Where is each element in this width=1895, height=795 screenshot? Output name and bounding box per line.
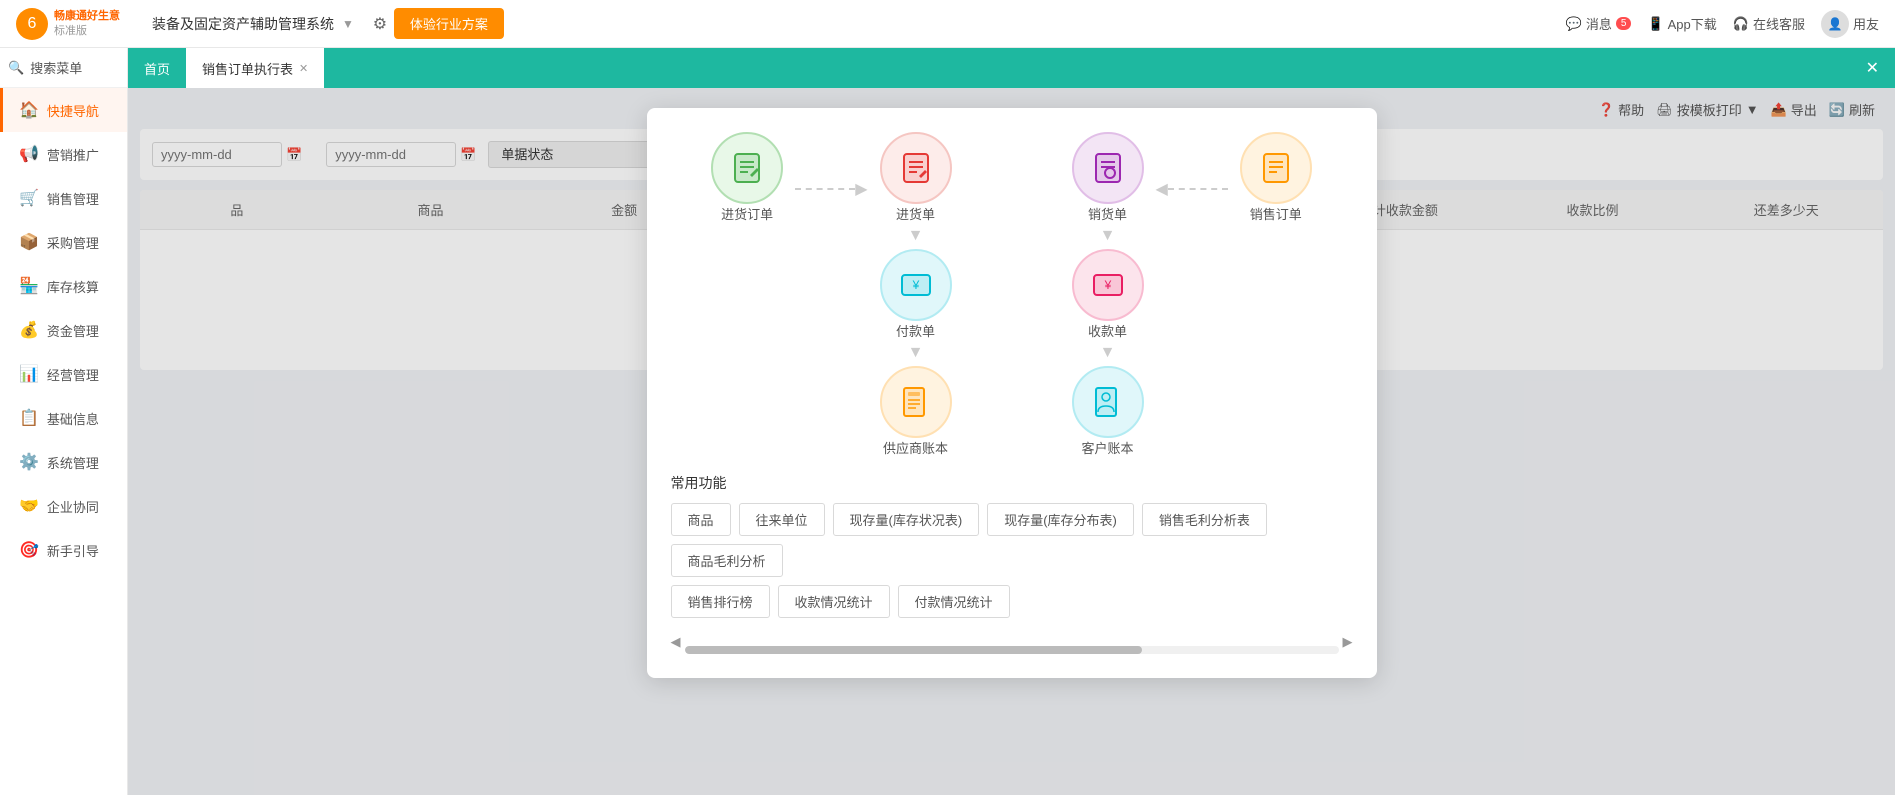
tab-close-icon[interactable]: ✕	[299, 62, 308, 75]
system-title-area: 装备及固定资产辅助管理系统 ▼	[152, 14, 354, 34]
home-icon: 🏠	[19, 100, 39, 120]
gear-icon[interactable]: ⚙	[366, 10, 394, 38]
title-dropdown-icon[interactable]: ▼	[342, 17, 354, 31]
tab-bar: 首页 销售订单执行表 ✕ ✕	[128, 48, 1895, 88]
brand-name: 畅康通好生意 标准版	[54, 9, 120, 38]
sales-icon: 🛒	[19, 188, 39, 208]
func-buttons-row2: 销售排行榜 收款情况统计 付款情况统计	[671, 585, 1353, 618]
func-btn-sales-rank[interactable]: 销售排行榜	[671, 585, 770, 618]
payment-bill-node: ¥ 付款单	[880, 249, 952, 340]
finance-icon: 💰	[19, 320, 39, 340]
func-btn-goods[interactable]: 商品	[671, 503, 731, 536]
modal-overlay: 进货订单 ▶	[128, 88, 1895, 795]
payment-bill-label: 付款单	[896, 321, 935, 340]
experience-btn[interactable]: 体验行业方案	[394, 8, 504, 39]
purchase-order-node: 进货订单	[711, 132, 783, 223]
message-badge: 5	[1616, 17, 1632, 30]
modal-scrollbar-thumb	[685, 646, 1143, 654]
operations-icon: 📊	[19, 364, 39, 384]
purchase-order-icon	[711, 132, 783, 204]
svg-text:¥: ¥	[1103, 278, 1111, 292]
system-title-text: 装备及固定资产辅助管理系统	[152, 14, 334, 34]
sidebar-item-inventory[interactable]: 🏪 库存核算	[0, 264, 127, 308]
sales-bill-label: 销货单	[1088, 204, 1127, 223]
search-icon: 🔍	[8, 60, 24, 76]
receipt-bill-icon: ¥	[1072, 249, 1144, 321]
purchase-icon: 📦	[19, 232, 39, 252]
tab-sales-exec[interactable]: 销售订单执行表 ✕	[186, 48, 324, 88]
sidebar-item-basic-info[interactable]: 📋 基础信息	[0, 396, 127, 440]
payment-bill-icon: ¥	[880, 249, 952, 321]
service-icon: 🎧	[1733, 16, 1749, 32]
func-btn-stock-status[interactable]: 现存量(库存状况表)	[833, 503, 980, 536]
purchase-bill-node: 进货单	[880, 132, 952, 223]
inventory-icon: 🏪	[19, 276, 39, 296]
sidebar-item-purchase[interactable]: 📦 采购管理	[0, 220, 127, 264]
sidebar-item-newbie[interactable]: 🎯 新手引导	[0, 528, 127, 572]
enterprise-icon: 🤝	[19, 496, 39, 516]
purchase-order-label: 进货订单	[721, 204, 773, 223]
sidebar-item-finance[interactable]: 💰 资金管理	[0, 308, 127, 352]
customer-ledger-node: 客户账本	[1072, 366, 1144, 457]
func-buttons-row: 商品 往来单位 现存量(库存状况表) 现存量(库存分布表) 销售毛利分析表 商品…	[671, 503, 1353, 577]
sidebar-item-sales[interactable]: 🛒 销售管理	[0, 176, 127, 220]
sidebar-item-system[interactable]: ⚙️ 系统管理	[0, 440, 127, 484]
common-functions-section: 常用功能 商品 往来单位 现存量(库存状况表) 现存量(库存分布表) 销售毛利分…	[671, 473, 1353, 618]
supplier-ledger-label: 供应商账本	[883, 438, 948, 457]
marketing-icon: 📢	[19, 144, 39, 164]
svg-text:¥: ¥	[911, 278, 919, 292]
tab-bar-close-btn[interactable]: ✕	[1850, 58, 1895, 78]
newbie-icon: 🎯	[19, 540, 39, 560]
purchase-bill-label: 进货单	[896, 204, 935, 223]
modal-scrollbar[interactable]	[685, 646, 1339, 654]
func-btn-receipt-stats[interactable]: 收款情况统计	[778, 585, 890, 618]
customer-ledger-label: 客户账本	[1081, 438, 1133, 457]
customer-ledger-icon	[1072, 366, 1144, 438]
flow-modal: 进货订单 ▶	[647, 108, 1377, 678]
user-name-label: 用友	[1853, 14, 1879, 33]
app-download-btn[interactable]: 📱 App下载	[1647, 14, 1716, 33]
scroll-left-arrow[interactable]: ◀	[671, 634, 681, 650]
gear-settings-btn[interactable]: ⚙	[366, 10, 394, 38]
purchase-bill-icon	[880, 132, 952, 204]
sidebar-search[interactable]: 🔍 搜索菜单	[0, 48, 127, 88]
message-btn[interactable]: 💬 消息 5	[1566, 14, 1632, 33]
user-avatar: 👤	[1821, 10, 1849, 38]
user-menu[interactable]: 👤 用友	[1821, 10, 1879, 38]
sales-order-icon	[1240, 132, 1312, 204]
sidebar-item-enterprise[interactable]: 🤝 企业协同	[0, 484, 127, 528]
supplier-ledger-icon	[880, 366, 952, 438]
func-btn-stock-dist[interactable]: 现存量(库存分布表)	[987, 503, 1134, 536]
sidebar-item-marketing[interactable]: 📢 营销推广	[0, 132, 127, 176]
func-btn-sales-margin[interactable]: 销售毛利分析表	[1142, 503, 1267, 536]
system-icon: ⚙️	[19, 452, 39, 472]
sidebar-item-operations[interactable]: 📊 经营管理	[0, 352, 127, 396]
func-btn-payment-stats[interactable]: 付款情况统计	[898, 585, 1010, 618]
sales-bill-node: 销货单	[1072, 132, 1144, 223]
sales-order-node: 销售订单	[1240, 132, 1312, 223]
supplier-ledger-node: 供应商账本	[880, 366, 952, 457]
receipt-bill-node: ¥ 收款单	[1072, 249, 1144, 340]
func-btn-counterparty[interactable]: 往来单位	[739, 503, 825, 536]
online-service-btn[interactable]: 🎧 在线客服	[1733, 14, 1805, 33]
sales-order-label: 销售订单	[1250, 204, 1302, 223]
download-icon: 📱	[1647, 16, 1663, 32]
flow-diagram: 进货订单 ▶	[671, 132, 1353, 457]
basic-info-icon: 📋	[19, 408, 39, 428]
common-func-title: 常用功能	[671, 473, 1353, 493]
func-btn-goods-margin[interactable]: 商品毛利分析	[671, 544, 783, 577]
message-icon: 💬	[1566, 16, 1582, 32]
app-logo-icon: 6	[16, 8, 48, 40]
receipt-bill-label: 收款单	[1088, 321, 1127, 340]
sales-bill-icon	[1072, 132, 1144, 204]
sidebar-item-quick-nav[interactable]: 🏠 快捷导航	[0, 88, 127, 132]
tab-home[interactable]: 首页	[128, 48, 186, 88]
scroll-right-arrow[interactable]: ▶	[1343, 634, 1353, 650]
